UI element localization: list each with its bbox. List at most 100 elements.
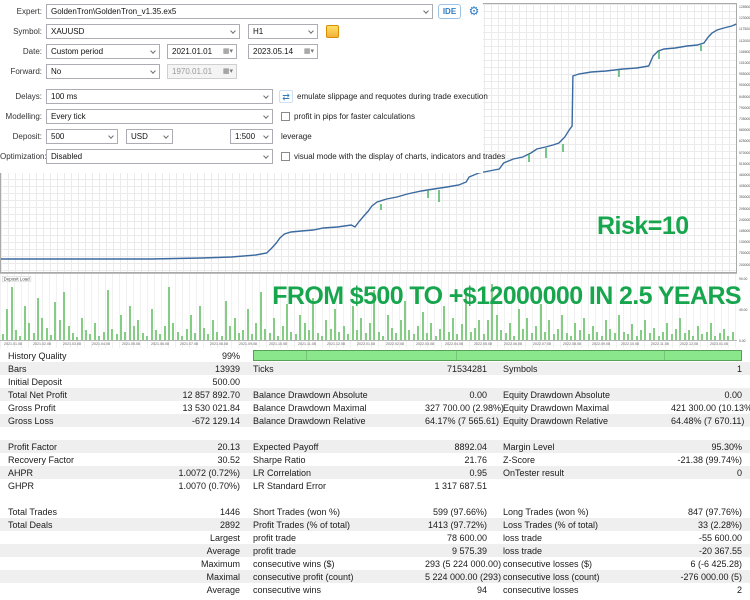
histogram-bar — [6, 309, 9, 340]
chevron-down-icon — [150, 48, 156, 54]
symbol-select[interactable]: XAUUSD — [46, 24, 240, 39]
histogram-bar — [683, 333, 686, 340]
slippage-arrows-icon[interactable]: ⇄ — [279, 90, 293, 103]
delays-value: 100 ms — [51, 92, 78, 101]
histogram-bar — [635, 335, 638, 340]
y-axis-tick: 3500000 — [739, 195, 750, 200]
histogram-bar — [434, 335, 437, 340]
x-axis-date-label: 2021.12.08 — [327, 342, 346, 347]
stats-row: Maximum consecutive wins ($) 293 (5 224 00… — [0, 557, 750, 570]
x-axis-date-label: 2021.10.08 — [268, 342, 287, 347]
histogram-bar — [303, 323, 306, 340]
y-axis-tick: 2400000 — [739, 217, 750, 222]
stat-value: 1.0072 (0.72%) — [178, 467, 240, 478]
histogram-bar — [500, 329, 503, 340]
histogram-bar — [299, 314, 302, 340]
date-to-field[interactable]: 2023.05.14 ▦▾ — [248, 44, 318, 59]
stats-row: Largest profit trade 78 600.00 loss trade -5… — [0, 531, 750, 544]
histogram-bar — [657, 335, 660, 340]
quality-bar-divider — [306, 351, 307, 360]
ide-button[interactable]: IDE — [438, 4, 461, 19]
forward-label: Forward: — [10, 67, 42, 76]
histogram-bar — [412, 334, 415, 340]
date-row: Date: Custom period 2021.01.01 ▦▾ 2023.05… — [0, 44, 483, 59]
stat-value: 1.0070 (0.70%) — [178, 480, 240, 491]
expert-select[interactable]: GoldenTron\GoldenTron_v1.35.ex5 — [46, 4, 433, 19]
stats-row: Average profit trade 9 575.39 loss trade -20… — [0, 544, 750, 557]
date-mode-select[interactable]: Custom period — [46, 44, 160, 59]
date-from-field[interactable]: 2021.01.01 ▦▾ — [167, 44, 237, 59]
histogram-bar — [618, 314, 621, 340]
histogram-bar — [674, 328, 677, 340]
histogram-bar — [714, 335, 717, 340]
x-axis-date-label: 2021.11.08 — [298, 342, 316, 347]
stats-row: GHPR 1.0070 (0.70%) LR Standard Error 1 317… — [0, 479, 750, 492]
stat-label: Initial Deposit — [8, 376, 63, 387]
symbol-properties-icon[interactable] — [326, 25, 339, 38]
stat-label: Sharpe Ratio — [253, 454, 306, 465]
histogram-bar — [85, 329, 88, 340]
stat-label: consecutive wins — [253, 584, 322, 595]
stat-label: GHPR — [8, 480, 35, 491]
histogram-bar — [159, 334, 162, 340]
stats-row: AHPR 1.0072 (0.72%) LR Correlation 0.95 OnTe… — [0, 466, 750, 479]
date-from-value: 2021.01.01 — [172, 47, 213, 56]
chevron-down-icon — [230, 28, 236, 34]
histogram-bar — [644, 320, 647, 340]
x-axis-date-label: 2022.02.08 — [386, 342, 405, 347]
histogram-bar — [128, 306, 131, 340]
histogram-bar — [408, 329, 411, 340]
stat-label: Symbols — [503, 363, 538, 374]
visual-mode-checkbox[interactable] — [281, 152, 290, 161]
y-axis-tick: 200000 — [739, 262, 750, 267]
stat-label: Z-Score — [503, 454, 536, 465]
deposit-amount-select[interactable]: 500 — [46, 129, 118, 144]
histogram-bar — [264, 328, 267, 340]
stat-value: 2 — [736, 584, 742, 595]
gear-icon[interactable]: ⚙ — [466, 3, 482, 19]
histogram-bar — [172, 323, 175, 340]
histogram-bar — [456, 334, 459, 340]
histogram-bar — [124, 331, 127, 340]
y-axis-tick: 10650000 — [739, 49, 750, 54]
x-axis-date-label: 2023.01.08 — [709, 342, 728, 347]
deposit-currency-select[interactable]: USD — [126, 129, 173, 144]
histogram-bar — [347, 334, 350, 340]
histogram-bar — [508, 323, 511, 340]
period-select[interactable]: H1 — [248, 24, 318, 39]
histogram-bar — [71, 333, 74, 340]
optimization-select[interactable]: Disabled — [46, 149, 273, 164]
delays-select[interactable]: 100 ms — [46, 89, 273, 104]
histogram-bar — [198, 306, 201, 340]
histogram-bar — [377, 331, 380, 340]
stat-value: Average — [206, 584, 240, 595]
stat-value: 847 (97.76%) — [687, 506, 742, 517]
stats-row: Profit Factor 20.13 Expected Payoff 8892.04… — [0, 440, 750, 453]
stat-value: 293 (5 224 000.00) — [425, 558, 502, 569]
stat-label: consecutive losses ($) — [503, 558, 593, 569]
leverage-select[interactable]: 1:500 — [230, 129, 273, 144]
histogram-bar — [718, 333, 721, 340]
stat-label: consecutive profit (count) — [253, 571, 354, 582]
histogram-bar — [535, 326, 538, 340]
x-axis-date-label: 2021.08.08 — [209, 342, 228, 347]
x-axis-date-label: 2022.10.08 — [621, 342, 640, 347]
pips-checkbox[interactable] — [281, 112, 290, 121]
histogram-y-tick: 0.00 — [739, 339, 746, 343]
histogram-bar — [146, 335, 149, 340]
histogram-bar — [207, 334, 210, 340]
forward-select[interactable]: No — [46, 64, 160, 79]
histogram-bar — [255, 323, 258, 340]
histogram-bar — [251, 334, 254, 340]
x-axis-date-label: 2021.04.08 — [92, 342, 111, 347]
histogram-bar — [596, 332, 599, 340]
stat-label: Total Trades — [8, 506, 58, 517]
optimization-row: Optimization: Disabled visual mode with … — [0, 149, 505, 164]
stat-label: AHPR — [8, 467, 34, 478]
stat-label: consecutive losses — [503, 584, 579, 595]
histogram-bar — [504, 333, 507, 340]
modelling-select[interactable]: Every tick — [46, 109, 273, 124]
stat-label: OnTester result — [503, 467, 565, 478]
date-label: Date: — [22, 47, 42, 56]
histogram-bar — [23, 306, 26, 340]
